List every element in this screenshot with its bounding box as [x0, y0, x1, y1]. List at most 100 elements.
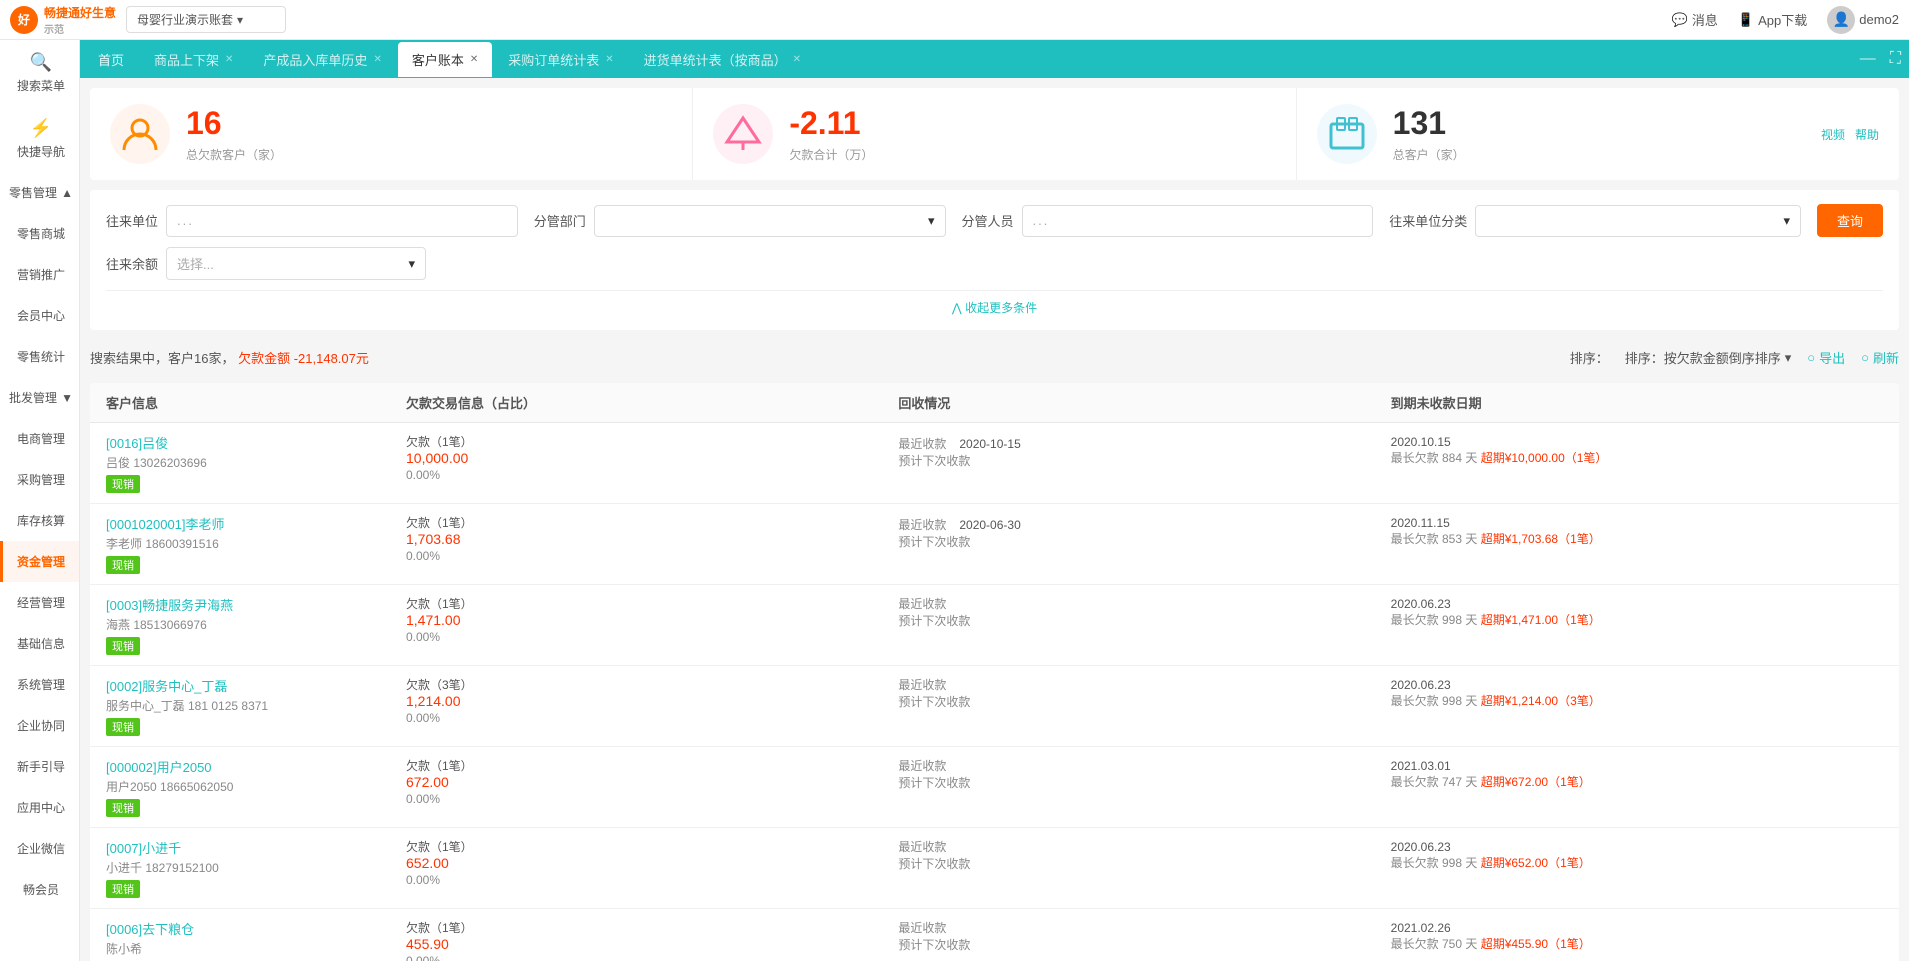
- debt-info-2: 欠款（1笔） 1,703.68 0.00%: [406, 514, 898, 563]
- customer-info-5: [000002]用户2050 用户2050 18665062050 现销: [106, 757, 406, 817]
- tab-products[interactable]: 商品上下架 ✕: [140, 42, 247, 77]
- customer-name-4[interactable]: [0002]服务中心_丁磊: [106, 676, 406, 695]
- overdue-1[interactable]: 超期¥10,000.00（1笔）: [1481, 451, 1608, 465]
- filter-row-2: 往来余额 选择... ▾: [106, 247, 1883, 280]
- view-video-btn[interactable]: 视频: [1821, 126, 1845, 143]
- tab-bar: 首页 商品上下架 ✕ 产成品入库单历史 ✕ 客户账本 ✕ 采购订单统计表 ✕ 进…: [80, 40, 1909, 78]
- refresh-icon: ○: [1861, 350, 1869, 365]
- sidebar-item-app-center[interactable]: 应用中心: [0, 787, 79, 828]
- debt-amount-1[interactable]: 10,000.00: [406, 450, 898, 466]
- sidebar-search[interactable]: 🔍 搜索菜单: [0, 40, 79, 106]
- customer-name-3[interactable]: [0003]畅捷服务尹海燕: [106, 595, 406, 614]
- sidebar-item-retail-mgmt[interactable]: 零售管理 ▲: [0, 172, 79, 213]
- message-btn[interactable]: 💬 消息: [1672, 10, 1718, 29]
- sidebar-item-guide[interactable]: 新手引导: [0, 746, 79, 787]
- tab-inventory-report[interactable]: 进货单统计表（按商品） ✕: [630, 42, 815, 77]
- person-dots: ...: [1033, 213, 1050, 228]
- sidebar-quick-nav[interactable]: ⚡ 快捷导航: [0, 106, 79, 172]
- content-area: 首页 商品上下架 ✕ 产成品入库单历史 ✕ 客户账本 ✕ 采购订单统计表 ✕ 进…: [80, 40, 1909, 961]
- minimize-btn[interactable]: —: [1856, 46, 1880, 72]
- operations-label: 经营管理: [17, 594, 65, 611]
- export-icon: ○: [1807, 350, 1815, 365]
- customer-name-7[interactable]: [0006]去下粮仓: [106, 919, 406, 938]
- mobile-icon: 📱: [1738, 12, 1754, 28]
- tab-purchase-order[interactable]: 采购订单统计表 ✕: [494, 42, 627, 77]
- balance-select[interactable]: 选择... ▾: [166, 247, 426, 280]
- store-name: 母婴行业演示账套: [137, 11, 233, 28]
- tab-customer-account[interactable]: 客户账本 ✕: [398, 42, 492, 77]
- customer-tag-5: 现销: [106, 799, 140, 817]
- debt-customers-count: 16: [186, 105, 282, 142]
- sidebar-item-batch-mgmt[interactable]: 批发管理 ▼: [0, 377, 79, 418]
- close-tab-products[interactable]: ✕: [225, 54, 233, 65]
- person-input[interactable]: ...: [1022, 205, 1374, 237]
- table-header: 客户信息 欠款交易信息（占比） 回收情况 到期未收款日期: [90, 383, 1899, 423]
- store-selector[interactable]: 母婴行业演示账套 ▾: [126, 6, 286, 33]
- maximize-btn[interactable]: ⛶: [1886, 46, 1905, 72]
- sidebar-item-purchase[interactable]: 采购管理: [0, 459, 79, 500]
- debt-info-1: 欠款（1笔） 10,000.00 0.00%: [406, 433, 898, 482]
- export-btn[interactable]: ○ 导出: [1807, 348, 1845, 367]
- debt-customers-icon: [110, 104, 170, 164]
- sidebar-item-operations[interactable]: 经营管理: [0, 582, 79, 623]
- customer-name-1[interactable]: [0016]吕俊: [106, 433, 406, 452]
- customer-name-2[interactable]: [0001020001]李老师: [106, 514, 406, 533]
- collapse-filters-btn[interactable]: ⋀ 收起更多条件: [106, 290, 1883, 316]
- sidebar-item-marketing[interactable]: 营销推广: [0, 254, 79, 295]
- close-tab-customer-account[interactable]: ✕: [470, 54, 478, 65]
- tab-home[interactable]: 首页: [84, 42, 138, 77]
- debt-amount-icon: [713, 104, 773, 164]
- help-btn[interactable]: 帮助: [1855, 126, 1879, 143]
- sidebar-item-member-plus[interactable]: 畅会员: [0, 869, 79, 910]
- user-menu[interactable]: 👤 demo2: [1827, 6, 1899, 34]
- sidebar-item-ecommerce[interactable]: 电商管理: [0, 418, 79, 459]
- sidebar-item-basic-info[interactable]: 基础信息: [0, 623, 79, 664]
- sidebar-item-wechat[interactable]: 企业微信: [0, 828, 79, 869]
- balance-placeholder: 选择...: [177, 254, 214, 273]
- sidebar-item-retail-stats[interactable]: 零售统计: [0, 336, 79, 377]
- dept-select[interactable]: ▾: [594, 205, 946, 237]
- sidebar-item-system[interactable]: 系统管理: [0, 664, 79, 705]
- filter-area: 往来单位 ... 分管部门 ▾ 分管人员: [90, 190, 1899, 330]
- supplier-label: 往来单位: [106, 211, 158, 230]
- customer-tag-4: 现销: [106, 718, 140, 736]
- sidebar-item-retail-store[interactable]: 零售商城: [0, 213, 79, 254]
- sidebar-item-member[interactable]: 会员中心: [0, 295, 79, 336]
- top-bar: 好 畅捷通好生意 示范 母婴行业演示账套 ▾ 💬 消息 📱 App下载 👤 de…: [0, 0, 1909, 40]
- due-date-1: 2020.10.15 最长欠款 884 天 超期¥10,000.00（1笔）: [1391, 433, 1883, 466]
- due-date-7: 2021.02.26 最长欠款 750 天 超期¥455.90（1笔）: [1391, 919, 1883, 952]
- customer-info-1: [0016]吕俊 吕俊 13026203696 现销: [106, 433, 406, 493]
- message-icon: 💬: [1672, 12, 1688, 28]
- guide-label: 新手引导: [17, 758, 65, 775]
- supplier-input[interactable]: ...: [166, 205, 518, 237]
- sort-selector[interactable]: 排序：按欠款金额倒序排序 ▾: [1625, 348, 1792, 367]
- tab-production[interactable]: 产成品入库单历史 ✕: [249, 42, 395, 77]
- sidebar-item-enterprise[interactable]: 企业协同: [0, 705, 79, 746]
- refresh-btn[interactable]: ○ 刷新: [1861, 348, 1899, 367]
- search-icon: 🔍: [30, 52, 52, 73]
- close-tab-production[interactable]: ✕: [373, 54, 381, 65]
- main-content: 16 总欠款客户（家） -2.11 欠款合计（万）: [80, 78, 1909, 961]
- chevron-down-balance: ▾: [408, 256, 415, 272]
- category-select[interactable]: ▾: [1475, 205, 1801, 237]
- close-tab-purchase-order[interactable]: ✕: [605, 54, 613, 65]
- search-button[interactable]: 查询: [1817, 204, 1883, 237]
- dept-filter: 分管部门 ▾: [534, 205, 946, 237]
- wechat-label: 企业微信: [17, 840, 65, 857]
- sidebar-item-inventory[interactable]: 库存核算: [0, 500, 79, 541]
- app-download-btn[interactable]: 📱 App下载: [1738, 10, 1807, 29]
- customer-contact-5: 用户2050 18665062050: [106, 778, 406, 795]
- sidebar-item-finance[interactable]: 资金管理: [0, 541, 79, 582]
- customer-name-6[interactable]: [0007]小进千: [106, 838, 406, 857]
- customer-tag-6: 现销: [106, 880, 140, 898]
- tab-bar-controls: — ⛶: [1856, 46, 1905, 72]
- col-due-date: 到期未收款日期: [1391, 393, 1883, 412]
- debt-customers-info: 16 总欠款客户（家）: [186, 105, 282, 163]
- close-tab-inventory-report[interactable]: ✕: [793, 54, 801, 65]
- col-debt: 欠款交易信息（占比）: [406, 393, 898, 412]
- marketing-label: 营销推广: [17, 266, 65, 283]
- customer-name-5[interactable]: [000002]用户2050: [106, 757, 406, 776]
- recovery-5: 最近收款 预计下次收款: [898, 757, 1390, 791]
- customer-info-4: [0002]服务中心_丁磊 服务中心_丁磊 181 0125 8371 现销: [106, 676, 406, 736]
- supplier-filter: 往来单位 ...: [106, 205, 518, 237]
